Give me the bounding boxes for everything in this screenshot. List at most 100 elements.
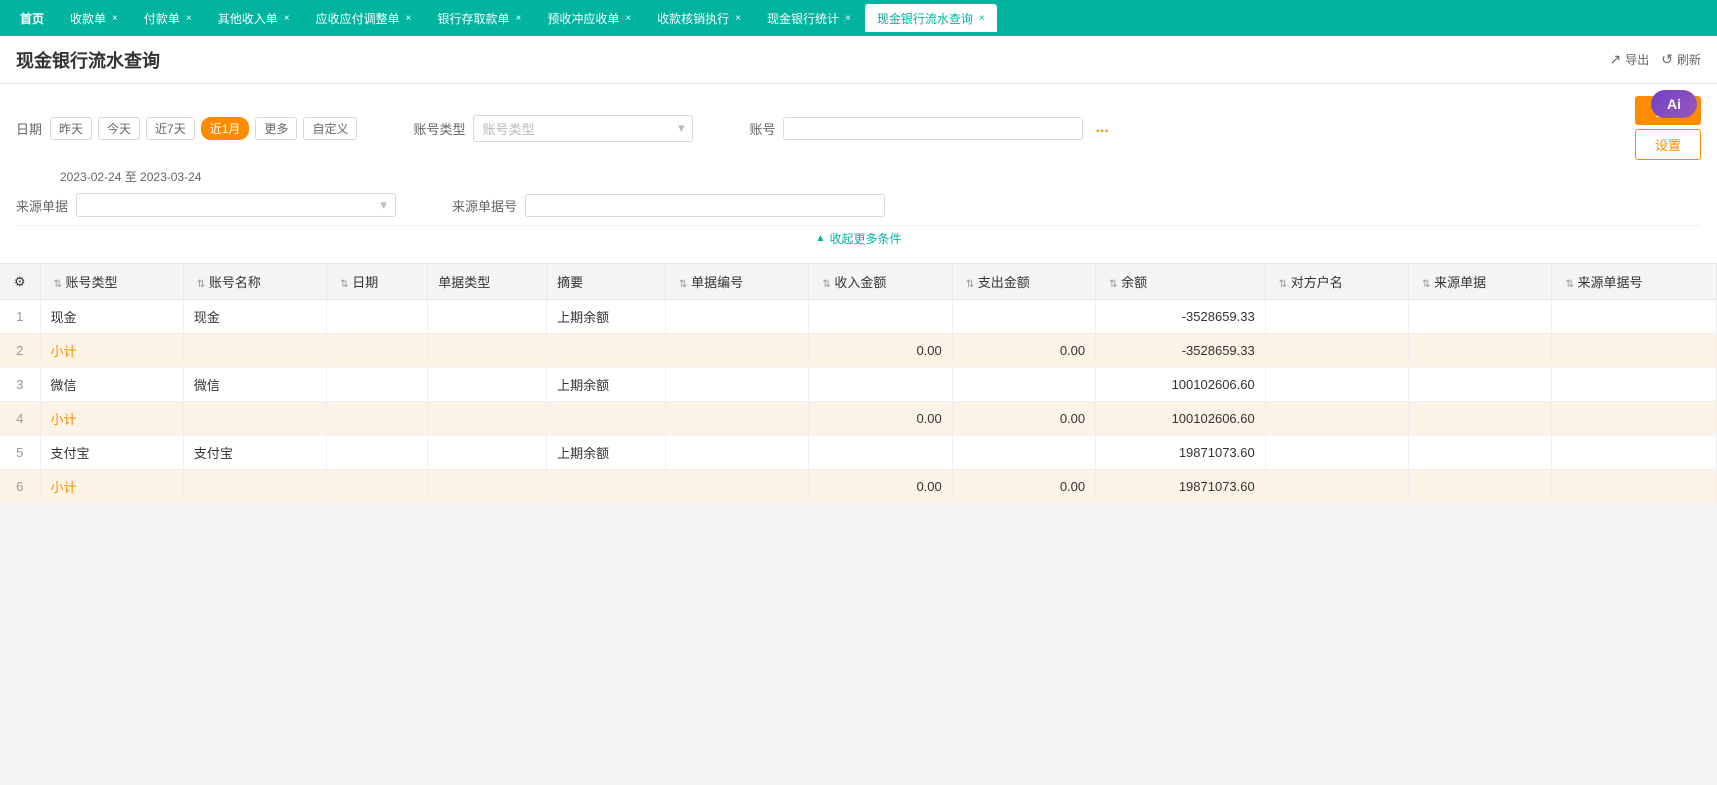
col-header-summary[interactable]: 摘要 xyxy=(547,264,666,300)
account-label: 账号 xyxy=(749,119,775,138)
header-actions: ↗ 导出 ↺ 刷新 xyxy=(1610,51,1702,68)
source-doc-select[interactable]: ▾ xyxy=(76,193,396,217)
balance-cell: 100102606.60 xyxy=(1096,402,1266,436)
date-cell xyxy=(327,470,428,504)
date-range-display: 2023-02-24 至 2023-03-24 xyxy=(56,168,1701,185)
account-name-cell: 支付宝 xyxy=(183,436,326,470)
nav-home[interactable]: 首页 xyxy=(8,4,56,32)
gear-icon: ⚙ xyxy=(14,274,26,289)
sort-icon-11: ⇅ xyxy=(1422,279,1430,290)
close-icon-7[interactable]: × xyxy=(845,13,851,24)
summary-cell xyxy=(547,402,666,436)
refresh-button[interactable]: ↺ 刷新 xyxy=(1661,51,1701,68)
date-btn-today[interactable]: 今天 xyxy=(98,117,140,140)
table-body: 1现金现金上期余额-3528659.332小计0.000.00-3528659.… xyxy=(0,300,1717,504)
row-number: 3 xyxy=(0,368,40,402)
top-nav: 首页 收款单 × 付款单 × 其他收入单 × 应收应付调整单 × 银行存取款单 … xyxy=(0,0,1717,36)
row-number: 6 xyxy=(0,470,40,504)
ai-button[interactable]: Ai xyxy=(1651,90,1697,118)
col-header-expense[interactable]: ⇅ 支出金额 xyxy=(952,264,1095,300)
col-header-doc-no[interactable]: ⇅ 单据编号 xyxy=(666,264,809,300)
data-table: ⚙ ⇅ 账号类型 ⇅ 账号名称 ⇅ 日期 单据类型 摘要 xyxy=(0,264,1717,504)
summary-cell: 上期余额 xyxy=(547,436,666,470)
summary-cell: 上期余额 xyxy=(547,368,666,402)
table-row: 6小计0.000.0019871073.60 xyxy=(0,470,1717,504)
table-row: 5支付宝支付宝上期余额19871073.60 xyxy=(0,436,1717,470)
doc-no-cell xyxy=(666,368,809,402)
table-row: 3微信微信上期余额100102606.60 xyxy=(0,368,1717,402)
col-header-income[interactable]: ⇅ 收入金额 xyxy=(809,264,952,300)
balance-cell: 19871073.60 xyxy=(1096,470,1266,504)
date-filter: 日期 昨天 今天 近7天 近1月 更多 自定义 xyxy=(16,117,357,140)
export-button[interactable]: ↗ 导出 xyxy=(1610,51,1650,68)
nav-tab-0[interactable]: 收款单 × xyxy=(58,4,130,32)
source-doc-cell xyxy=(1409,436,1552,470)
sort-icon-12: ⇅ xyxy=(1565,279,1573,290)
source-doc-no-input[interactable] xyxy=(525,194,885,217)
close-icon-5[interactable]: × xyxy=(625,13,631,24)
col-header-source-doc[interactable]: ⇅ 来源单据 xyxy=(1409,264,1552,300)
table-row: 4小计0.000.00100102606.60 xyxy=(0,402,1717,436)
date-cell xyxy=(327,436,428,470)
account-type-select[interactable]: 账号类型 ▾ xyxy=(473,115,693,142)
filter-row-2: 来源单据 ▾ 来源单据号 xyxy=(16,193,1701,217)
date-label: 日期 xyxy=(16,119,42,138)
row-number: 1 xyxy=(0,300,40,334)
sort-icon-3: ⇅ xyxy=(340,279,348,290)
sort-icon-2: ⇅ xyxy=(197,279,205,290)
expense-cell xyxy=(952,368,1095,402)
nav-tab-1[interactable]: 付款单 × xyxy=(132,4,204,32)
col-header-doc-type[interactable]: 单据类型 xyxy=(428,264,547,300)
counterpart-cell xyxy=(1265,334,1408,368)
account-input[interactable] xyxy=(783,117,1083,140)
doc-no-cell xyxy=(666,300,809,334)
counterpart-cell xyxy=(1265,300,1408,334)
source-doc-no-cell xyxy=(1552,470,1717,504)
collapse-bar[interactable]: ▲ 收起更多条件 xyxy=(16,225,1701,251)
source-doc-cell xyxy=(1409,470,1552,504)
nav-tab-2[interactable]: 其他收入单 × xyxy=(206,4,302,32)
col-header-date[interactable]: ⇅ 日期 xyxy=(327,264,428,300)
source-doc-no-cell xyxy=(1552,402,1717,436)
account-type-filter: 账号类型 账号类型 ▾ xyxy=(413,115,693,142)
close-icon-0[interactable]: × xyxy=(112,13,118,24)
nav-tab-4[interactable]: 银行存取款单 × xyxy=(425,4,533,32)
date-btn-more[interactable]: 更多 xyxy=(255,117,297,140)
nav-tab-5[interactable]: 预收冲应收单 × xyxy=(535,4,643,32)
account-name-cell xyxy=(183,402,326,436)
date-btn-7days[interactable]: 近7天 xyxy=(146,117,195,140)
nav-tab-7[interactable]: 现金银行统计 × xyxy=(755,4,863,32)
more-dots[interactable]: ... xyxy=(1095,119,1108,137)
col-header-account-type[interactable]: ⇅ 账号类型 xyxy=(40,264,183,300)
col-header-counterpart[interactable]: ⇅ 对方户名 xyxy=(1265,264,1408,300)
counterpart-cell xyxy=(1265,470,1408,504)
doc-type-cell xyxy=(428,436,547,470)
collapse-label: 收起更多条件 xyxy=(829,230,901,247)
col-header-balance[interactable]: ⇅ 余额 xyxy=(1096,264,1266,300)
close-icon-3[interactable]: × xyxy=(406,13,412,24)
date-cell xyxy=(327,334,428,368)
settings-button[interactable]: 设置 xyxy=(1635,129,1701,160)
balance-cell: 19871073.60 xyxy=(1096,436,1266,470)
col-header-account-name[interactable]: ⇅ 账号名称 xyxy=(183,264,326,300)
table-row: 2小计0.000.00-3528659.33 xyxy=(0,334,1717,368)
nav-tab-6[interactable]: 收款核销执行 × xyxy=(645,4,753,32)
date-btn-custom[interactable]: 自定义 xyxy=(303,117,357,140)
close-icon-1[interactable]: × xyxy=(186,13,192,24)
account-type-cell: 小计 xyxy=(40,402,183,436)
date-btn-yesterday[interactable]: 昨天 xyxy=(50,117,92,140)
nav-tab-8[interactable]: 现金银行流水查询 × xyxy=(865,4,997,32)
nav-tab-3[interactable]: 应收应付调整单 × xyxy=(304,4,424,32)
page-title: 现金银行流水查询 xyxy=(16,47,160,73)
close-icon-2[interactable]: × xyxy=(284,13,290,24)
date-btn-1month[interactable]: 近1月 xyxy=(201,117,250,140)
col-header-source-doc-no[interactable]: ⇅ 来源单据号 xyxy=(1552,264,1717,300)
close-icon-4[interactable]: × xyxy=(515,13,521,24)
close-icon-6[interactable]: × xyxy=(735,13,741,24)
gear-column-header[interactable]: ⚙ xyxy=(0,264,40,300)
expense-cell: 0.00 xyxy=(952,334,1095,368)
close-icon-8[interactable]: × xyxy=(979,13,985,24)
sort-icon-8: ⇅ xyxy=(966,279,974,290)
summary-cell xyxy=(547,470,666,504)
table-row: 1现金现金上期余额-3528659.33 xyxy=(0,300,1717,334)
